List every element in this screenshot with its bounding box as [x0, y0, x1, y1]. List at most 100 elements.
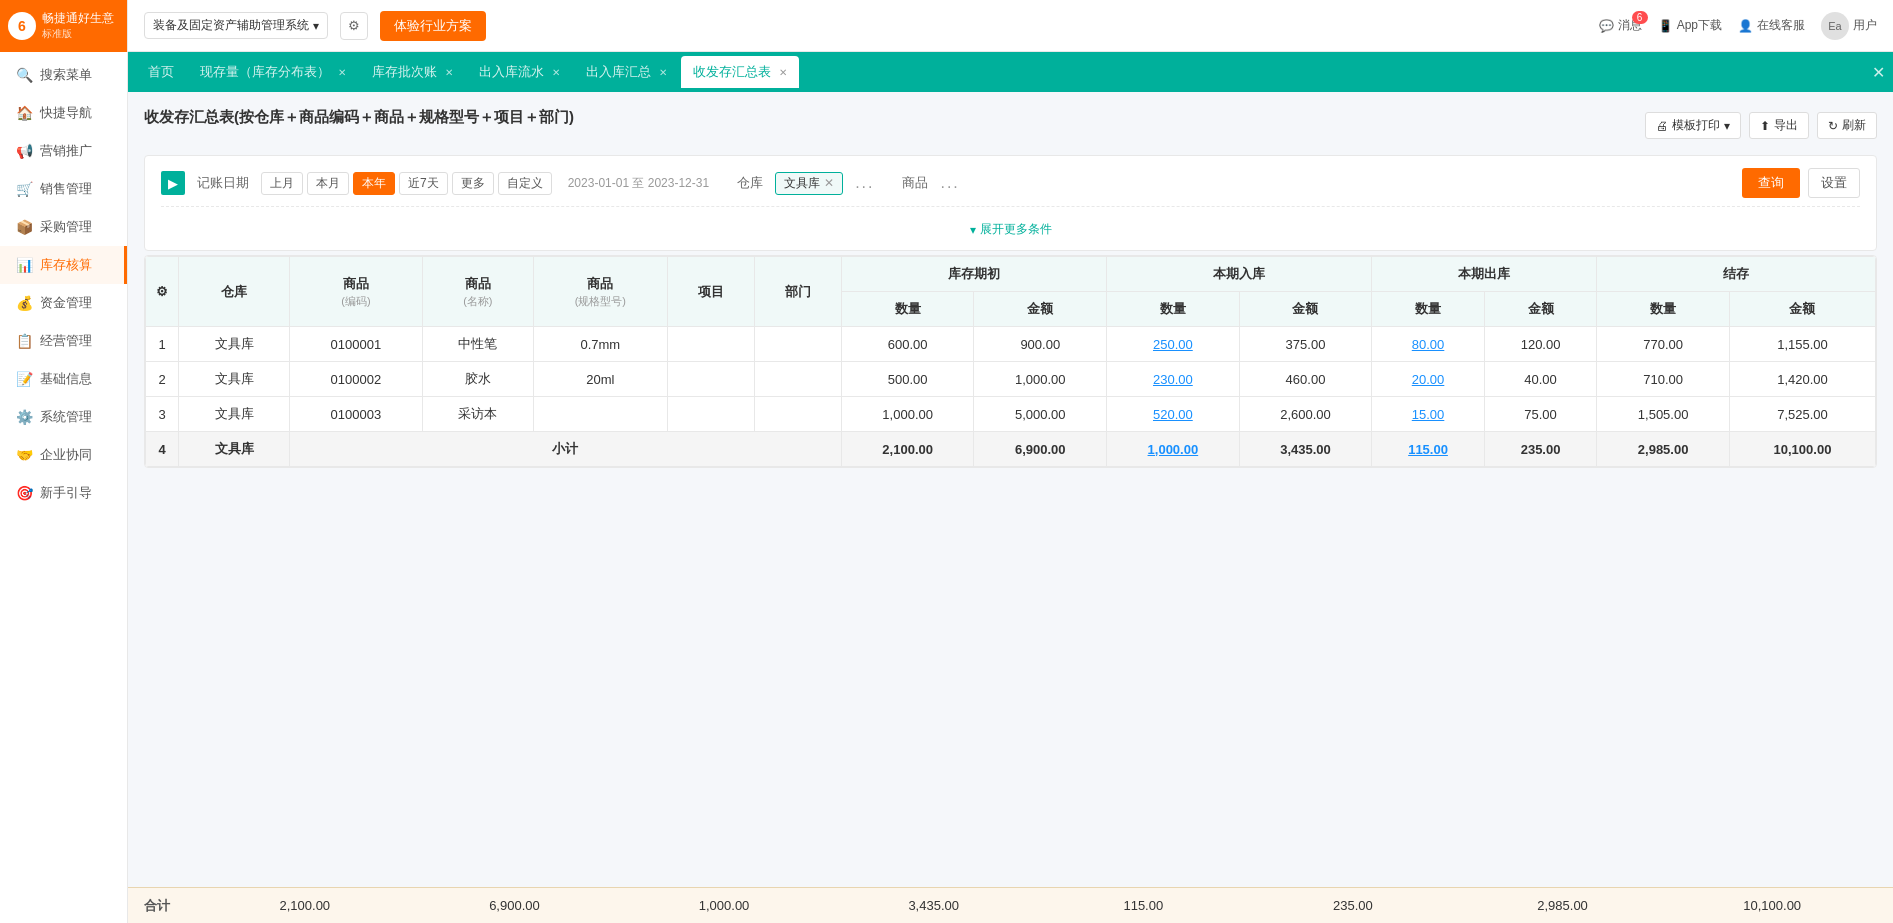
cell-code: 0100003: [290, 397, 423, 432]
cell-project: [667, 327, 754, 362]
app-download-button[interactable]: 📱 App下载: [1658, 17, 1722, 34]
settings-button[interactable]: 设置: [1808, 168, 1860, 198]
date-btn-custom[interactable]: 自定义: [498, 172, 552, 195]
th-close-amt: 金额: [1729, 292, 1875, 327]
sidebar-item-quick-nav[interactable]: 🏠快捷导航: [0, 94, 127, 132]
expand-icon: ▾: [970, 223, 976, 237]
cell-in-amt: 460.00: [1239, 362, 1372, 397]
cell-out-amt: 40.00: [1484, 362, 1597, 397]
table-container: ⚙ 仓库 商品(编码) 商品(名称) 商品(规格型号) 项目 部门 库存期初 本…: [144, 255, 1877, 468]
system-selector[interactable]: 装备及固定资产辅助管理系统 ▾: [144, 12, 328, 39]
cell-sub-open-amt: 6,900.00: [974, 432, 1107, 467]
sidebar-item-label: 企业协同: [40, 446, 92, 464]
filter-section: ▶ 记账日期 上月 本月 本年 近7天 更多 自定义 2023-01-01 至 …: [144, 155, 1877, 251]
date-btn-last-month[interactable]: 上月: [261, 172, 303, 195]
sidebar-item-purchase[interactable]: 📦采购管理: [0, 208, 127, 246]
goods-more[interactable]: ...: [940, 174, 959, 192]
warehouse-label: 仓库: [737, 174, 763, 192]
cell-warehouse: 文具库: [179, 327, 290, 362]
sidebar-item-label: 搜索菜单: [40, 66, 92, 84]
sales-icon: 🛒: [16, 181, 32, 197]
refresh-button[interactable]: ↻ 刷新: [1817, 112, 1877, 139]
cell-sub-in-qty[interactable]: 1,000.00: [1107, 432, 1240, 467]
content-area: 收发存汇总表(按仓库＋商品编码＋商品＋规格型号＋项目＋部门) 🖨 模板打印 ▾ …: [128, 92, 1893, 887]
header-right: 💬 消息 6 📱 App下载 👤 在线客服 Ea 用户: [1599, 12, 1877, 40]
date-btn-this-year[interactable]: 本年: [353, 172, 395, 195]
sidebar-item-label: 库存核算: [40, 256, 92, 274]
th-close-qty: 数量: [1597, 292, 1730, 327]
sidebar-item-enterprise[interactable]: 🤝企业协同: [0, 436, 127, 474]
cell-open-amt: 1,000.00: [974, 362, 1107, 397]
online-service-button[interactable]: 👤 在线客服: [1738, 17, 1805, 34]
logo-icon: 6: [8, 12, 36, 40]
tab-home[interactable]: 首页: [136, 56, 186, 88]
cell-sub-out-qty[interactable]: 115.00: [1372, 432, 1485, 467]
total-out-qty: 115.00: [1039, 898, 1249, 913]
tab-collect-summary[interactable]: 收发存汇总表 ✕: [681, 56, 799, 88]
tab-inventory-dist[interactable]: 现存量（库存分布表） ✕: [188, 56, 358, 88]
expand-conditions-button[interactable]: ▾ 展开更多条件: [970, 221, 1052, 238]
sidebar-item-finance[interactable]: 💰资金管理: [0, 284, 127, 322]
tab-bar-close-button[interactable]: ✕: [1872, 63, 1885, 82]
cell-in-qty[interactable]: 520.00: [1107, 397, 1240, 432]
th-out-amt: 金额: [1484, 292, 1597, 327]
sidebar-item-basic-info[interactable]: 📝基础信息: [0, 360, 127, 398]
sidebar-item-guide[interactable]: 🎯新手引导: [0, 474, 127, 512]
th-open-qty: 数量: [841, 292, 974, 327]
filter-expand-arrow[interactable]: ▶: [161, 171, 185, 195]
sidebar-item-system[interactable]: ⚙️系统管理: [0, 398, 127, 436]
sidebar-item-inventory[interactable]: 📊库存核算: [0, 246, 127, 284]
cell-close-amt: 1,420.00: [1729, 362, 1875, 397]
tab-inout-summary[interactable]: 出入库汇总 ✕: [574, 56, 679, 88]
date-btn-7days[interactable]: 近7天: [399, 172, 448, 195]
messages-button[interactable]: 💬 消息 6: [1599, 17, 1642, 34]
th-in-qty: 数量: [1107, 292, 1240, 327]
th-gear[interactable]: ⚙: [146, 257, 179, 327]
try-industry-button[interactable]: 体验行业方案: [380, 11, 486, 41]
cell-sub-in-amt: 3,435.00: [1239, 432, 1372, 467]
tab-close-icon[interactable]: ✕: [659, 67, 667, 78]
tab-close-icon[interactable]: ✕: [338, 67, 346, 78]
query-button[interactable]: 查询: [1742, 168, 1800, 198]
page-content: 收发存汇总表(按仓库＋商品编码＋商品＋规格型号＋项目＋部门) 🖨 模板打印 ▾ …: [128, 92, 1893, 484]
user-menu[interactable]: Ea 用户: [1821, 12, 1877, 40]
cell-open-amt: 5,000.00: [974, 397, 1107, 432]
tab-close-icon[interactable]: ✕: [552, 67, 560, 78]
main-area: 装备及固定资产辅助管理系统 ▾ ⚙ 体验行业方案 💬 消息 6 📱 App下载 …: [128, 0, 1893, 923]
tab-inout-flow[interactable]: 出入库流水 ✕: [467, 56, 572, 88]
th-goods-code: 商品(编码): [290, 257, 423, 327]
tab-close-icon[interactable]: ✕: [445, 67, 453, 78]
cell-out-qty[interactable]: 80.00: [1372, 327, 1485, 362]
sidebar-item-sales[interactable]: 🛒销售管理: [0, 170, 127, 208]
warehouse-tag-close[interactable]: ✕: [824, 176, 834, 190]
cell-sub-seq: 4: [146, 432, 179, 467]
th-open-amt: 金额: [974, 292, 1107, 327]
cell-out-amt: 75.00: [1484, 397, 1597, 432]
sidebar-item-label: 经营管理: [40, 332, 92, 350]
warehouse-more[interactable]: ...: [855, 174, 874, 192]
gear-button[interactable]: ⚙: [340, 12, 368, 40]
cell-out-qty[interactable]: 20.00: [1372, 362, 1485, 397]
date-range-text: 2023-01-01 至 2023-12-31: [568, 175, 709, 192]
tab-close-icon-active[interactable]: ✕: [779, 67, 787, 78]
cell-sub-close-amt: 10,100.00: [1729, 432, 1875, 467]
sidebar-item-marketing[interactable]: 📢营销推广: [0, 132, 127, 170]
sidebar-item-label: 系统管理: [40, 408, 92, 426]
date-btn-more[interactable]: 更多: [452, 172, 494, 195]
sidebar-item-label: 营销推广: [40, 142, 92, 160]
sidebar-item-operations[interactable]: 📋经营管理: [0, 322, 127, 360]
cell-spec: 0.7mm: [533, 327, 667, 362]
cell-out-qty[interactable]: 15.00: [1372, 397, 1485, 432]
print-button[interactable]: 🖨 模板打印 ▾: [1645, 112, 1741, 139]
sidebar-item-search[interactable]: 🔍搜索菜单: [0, 56, 127, 94]
date-btn-this-month[interactable]: 本月: [307, 172, 349, 195]
message-icon: 💬: [1599, 19, 1614, 33]
cell-in-qty[interactable]: 250.00: [1107, 327, 1240, 362]
date-label: 记账日期: [197, 174, 249, 192]
export-button[interactable]: ⬆ 导出: [1749, 112, 1809, 139]
cell-in-qty[interactable]: 230.00: [1107, 362, 1240, 397]
tab-batch-ledger[interactable]: 库存批次账 ✕: [360, 56, 465, 88]
cell-open-qty: 600.00: [841, 327, 974, 362]
subtotal-row: 4 文具库 小计 2,100.00 6,900.00 1,000.00 3,43…: [146, 432, 1876, 467]
th-in-group: 本期入库: [1107, 257, 1372, 292]
